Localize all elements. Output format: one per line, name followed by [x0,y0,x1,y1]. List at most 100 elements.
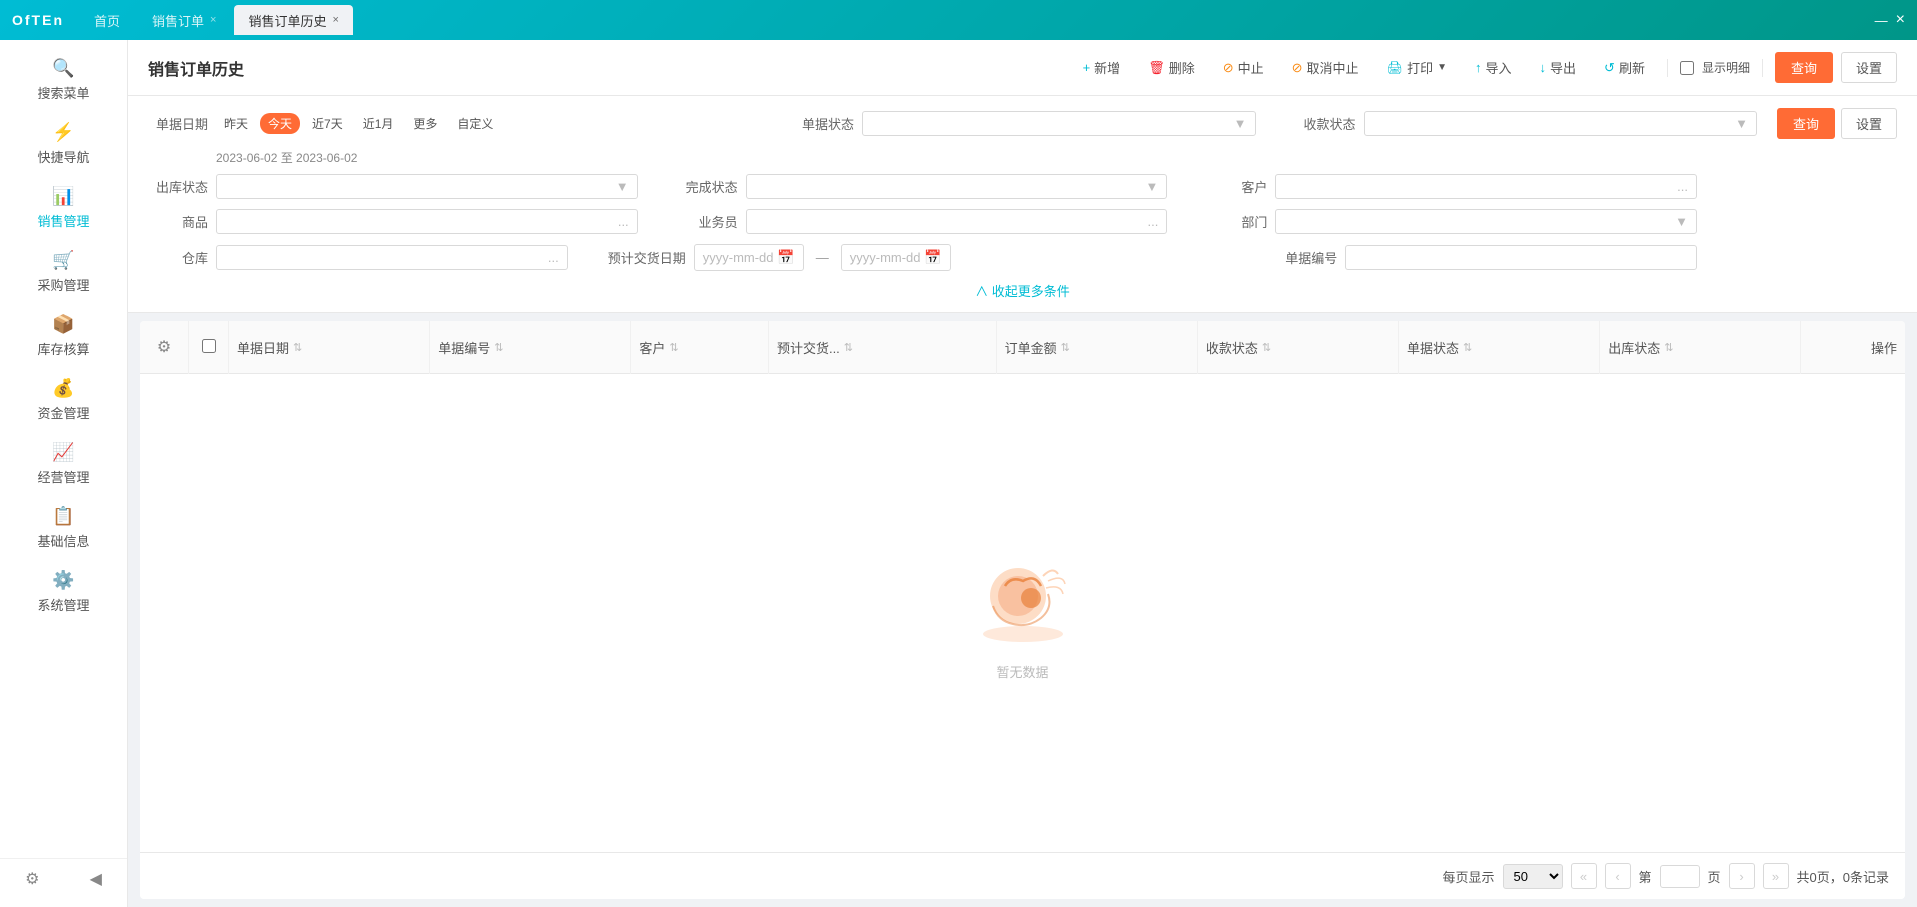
salesperson-input[interactable]: ... [746,209,1168,234]
per-page-select[interactable]: 50 10 20 100 [1503,864,1563,889]
per-page-label: 每页显示 [1442,867,1494,886]
next-page-btn[interactable]: › [1729,863,1755,889]
cancel-stop-icon: ⊘ [1292,60,1303,76]
date-tab-more[interactable]: 更多 [405,113,445,134]
display-detail-checkbox[interactable] [1680,61,1694,75]
date-tab-yesterday[interactable]: 昨天 [216,113,256,134]
th-bill-date[interactable]: 单据日期 ⇅ [229,321,430,374]
out-status-select[interactable]: ▼ [216,174,638,199]
query-button[interactable]: 查询 [1775,52,1833,83]
sort-order-amount-icon: ⇅ [1061,341,1070,354]
tab-sales-order-history[interactable]: 销售订单历史 × [234,5,352,35]
sidebar-item-basic-info-label: 基础信息 [37,531,89,550]
prev-page-icon: ‹ [1615,869,1619,884]
goods-input[interactable]: ... [216,209,638,234]
sidebar-settings-btn[interactable]: ⚙ [25,869,39,889]
new-button[interactable]: + 新增 [1073,54,1131,81]
sort-bill-number-icon: ⇅ [494,341,503,354]
expected-date-to-text: yyyy-mm-dd [850,250,921,265]
print-button[interactable]: 🖨 打印 ▼ [1377,54,1457,81]
customer-input[interactable]: ... [1275,174,1697,199]
search-menu-icon: 🔍 [52,58,74,79]
th-checkbox[interactable] [189,321,229,374]
sidebar-item-capital-mgmt[interactable]: 💰 资金管理 [0,368,127,432]
table-container: ⚙ 单据日期 ⇅ [140,321,1905,899]
department-select[interactable]: ▼ [1275,209,1697,234]
filter-expected-date: 预计交货日期 yyyy-mm-dd 📅 — yyyy-mm-dd 📅 [608,244,1238,271]
sidebar-item-operation-mgmt[interactable]: 📈 经营管理 [0,432,127,496]
payment-status-select[interactable]: ▼ [1364,111,1757,136]
filter-bill-date: 单据日期 昨天 今天 近7天 近1月 更多 自定义 [148,113,794,134]
window-minimize[interactable]: — [1875,13,1888,28]
stop-button[interactable]: ⊘ 中止 [1213,54,1274,81]
query-button-2[interactable]: 查询 [1777,108,1835,139]
delete-button[interactable]: 🗑 删除 [1138,54,1205,81]
content-area: 销售订单历史 + 新增 🗑 删除 ⊘ 中止 ⊘ [128,40,1917,907]
date-tab-last7[interactable]: 近7天 [304,113,351,134]
collapse-row[interactable]: ∧ 收起更多条件 [148,281,1897,300]
tab-sales-order[interactable]: 销售订单 × [138,5,230,35]
calendar-from-icon: 📅 [777,249,794,266]
table-header-row: ⚙ 单据日期 ⇅ [140,321,1905,374]
bill-status-select[interactable]: ▼ [862,111,1255,136]
th-bill-status[interactable]: 单据状态 ⇅ [1399,321,1600,374]
th-customer[interactable]: 客户 ⇅ [631,321,769,374]
th-expected-delivery[interactable]: 预计交货... ⇅ [768,321,996,374]
empty-state: 暂无数据 [140,374,1905,852]
date-range-display: 2023-06-02 至 2023-06-02 [216,149,357,166]
sidebar-item-inventory-calc[interactable]: 📦 库存核算 [0,304,127,368]
tab-sales-order-history-close[interactable]: × [332,14,338,26]
cancel-stop-button[interactable]: ⊘ 取消中止 [1282,54,1369,81]
out-status-dropdown-icon: ▼ [616,179,629,194]
th-settings[interactable]: ⚙ [140,321,189,374]
sidebar-toggle-btn[interactable]: ◀ [90,869,102,889]
th-out-status[interactable]: 出库状态 ⇅ [1600,321,1801,374]
date-tab-custom[interactable]: 自定义 [449,113,501,134]
customer-label: 客户 [1207,177,1267,196]
prev-page-btn[interactable]: ‹ [1605,863,1631,889]
sidebar-item-system-mgmt-label: 系统管理 [37,595,89,614]
tab-sales-order-history-label: 销售订单历史 [248,11,326,30]
tab-sales-order-close[interactable]: × [210,14,216,26]
th-operation: 操作 [1801,321,1905,374]
expected-date-from[interactable]: yyyy-mm-dd 📅 [694,244,804,271]
window-close[interactable]: × [1896,11,1905,29]
filter-row-4: 仓库 ... 预计交货日期 yyyy-mm-dd 📅 — yyyy-mm-dd [148,244,1897,271]
th-order-amount[interactable]: 订单金额 ⇅ [996,321,1197,374]
top-bar: OfTEn 首页 销售订单 × 销售订单历史 × — × [0,0,1917,40]
bill-number-input[interactable] [1345,245,1697,270]
sidebar-item-search-menu[interactable]: 🔍 搜索菜单 [0,48,127,112]
display-detail-label: 显示明细 [1702,59,1750,76]
export-button[interactable]: ↓ 导出 [1530,54,1587,81]
sidebar-item-quick-nav[interactable]: ⚡ 快捷导航 [0,112,127,176]
select-all-checkbox[interactable] [202,339,216,353]
warehouse-ellipsis: ... [548,250,559,265]
filter-complete-status: 完成状态 ▼ [678,174,1168,199]
settings-button-2[interactable]: 设置 [1841,108,1897,139]
warehouse-input[interactable]: ... [216,245,568,270]
sidebar-item-basic-info[interactable]: 📋 基础信息 [0,496,127,560]
operation-mgmt-icon: 📈 [52,442,74,463]
complete-status-select[interactable]: ▼ [746,174,1168,199]
date-tab-last1month[interactable]: 近1月 [355,113,402,134]
last-page-btn[interactable]: » [1763,863,1789,889]
th-out-status-label: 出库状态 [1608,338,1660,357]
tab-home[interactable]: 首页 [80,5,134,35]
page-input[interactable]: 1 [1660,865,1700,888]
cancel-stop-label: 取消中止 [1307,58,1359,77]
date-tab-today[interactable]: 今天 [260,113,300,134]
refresh-button[interactable]: ↺ 刷新 [1594,54,1655,81]
sidebar-item-sales-mgmt[interactable]: 📊 销售管理 [0,176,127,240]
sidebar-item-system-mgmt[interactable]: ⚙️ 系统管理 [0,560,127,624]
import-button[interactable]: ↑ 导入 [1465,54,1522,81]
settings-button[interactable]: 设置 [1841,52,1897,83]
refresh-label: 刷新 [1619,58,1645,77]
th-payment-status[interactable]: 收款状态 ⇅ [1197,321,1398,374]
th-bill-number[interactable]: 单据编号 ⇅ [430,321,631,374]
sidebar-item-purchase-mgmt[interactable]: 🛒 采购管理 [0,240,127,304]
table-settings-btn[interactable]: ⚙ [148,331,180,363]
sidebar-item-operation-mgmt-label: 经营管理 [37,467,89,486]
print-icon: 🖨 [1387,60,1404,76]
first-page-btn[interactable]: « [1571,863,1597,889]
expected-date-to[interactable]: yyyy-mm-dd 📅 [841,244,951,271]
